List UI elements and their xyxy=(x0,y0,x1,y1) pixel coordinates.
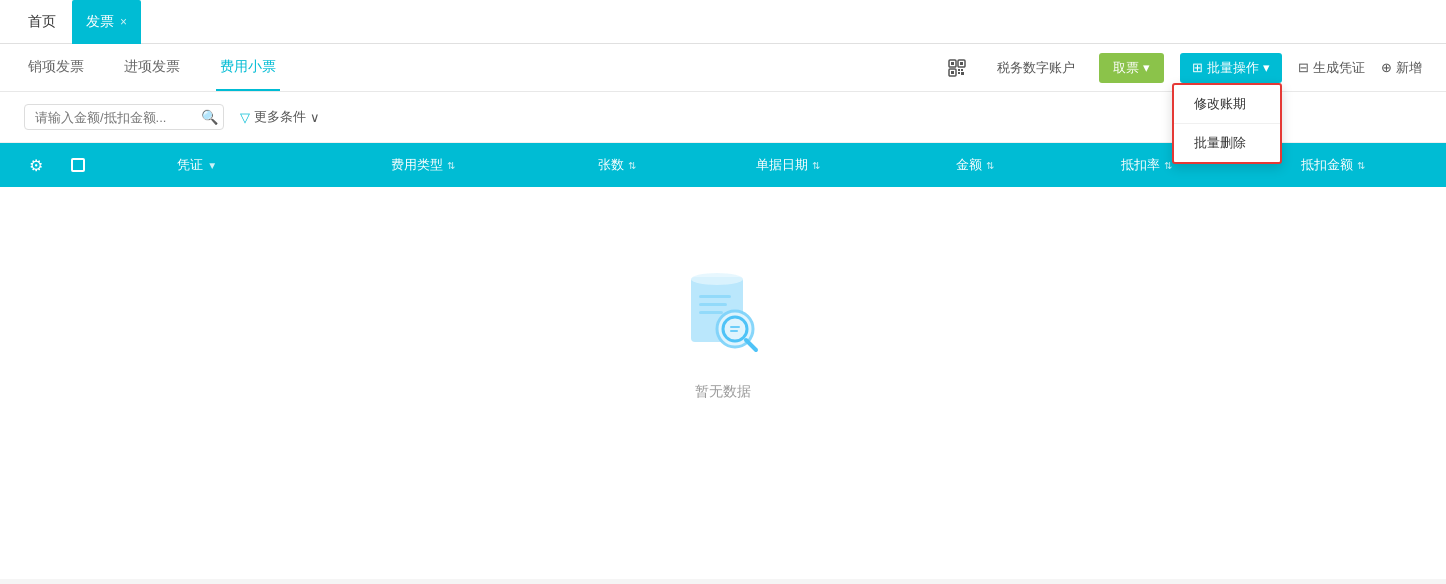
svg-line-17 xyxy=(746,340,756,350)
more-filters-button[interactable]: ▽ 更多条件 ∨ xyxy=(240,108,320,126)
page-content: 暂无数据 xyxy=(0,187,1446,579)
svg-rect-18 xyxy=(730,326,740,328)
add-label: 新增 xyxy=(1396,59,1422,77)
col-amount-label: 金额 xyxy=(956,156,982,174)
col-gear[interactable]: ⚙ xyxy=(12,156,60,175)
col-check[interactable] xyxy=(60,158,96,172)
home-tab[interactable]: 首页 xyxy=(16,0,68,44)
col-count-sort: ⇅ xyxy=(628,160,636,171)
svg-rect-13 xyxy=(699,303,727,306)
search-icon[interactable]: 🔍 xyxy=(201,109,218,125)
invoice-tab[interactable]: 发票 × xyxy=(72,0,141,44)
empty-text: 暂无数据 xyxy=(695,383,751,401)
col-voucher[interactable]: 凭证 ▼ xyxy=(96,156,298,174)
tab-expense[interactable]: 费用小票 xyxy=(216,44,280,91)
modify-period-item[interactable]: 修改账期 xyxy=(1174,85,1280,123)
tab-input[interactable]: 进项发票 xyxy=(120,44,184,91)
svg-rect-7 xyxy=(961,69,963,71)
sub-nav-tabs: 销项发票 进项发票 费用小票 xyxy=(24,44,280,91)
checkbox-icon xyxy=(71,158,85,172)
col-deduct-amount-label: 抵扣金额 xyxy=(1301,156,1353,174)
col-count-label: 张数 xyxy=(598,156,624,174)
svg-rect-12 xyxy=(699,295,731,298)
col-deduct-amount-sort: ⇅ xyxy=(1357,160,1365,171)
take-ticket-arrow: ▾ xyxy=(1143,60,1150,75)
col-date[interactable]: 单据日期 ⇅ xyxy=(687,156,889,174)
top-nav: 首页 发票 × xyxy=(0,0,1446,44)
col-count[interactable]: 张数 ⇅ xyxy=(547,156,687,174)
col-deduct-rate-label: 抵扣率 xyxy=(1121,156,1160,174)
tab-sales[interactable]: 销项发票 xyxy=(24,44,88,91)
sub-nav-actions: 税务数字账户 取票 ▾ ⊞ 批量操作 ▾ 修改账期 批量删除 ⊟ 生成凭证 xyxy=(941,52,1422,84)
svg-rect-19 xyxy=(730,330,738,332)
batch-op-wrap: ⊞ 批量操作 ▾ 修改账期 批量删除 xyxy=(1180,53,1282,83)
col-deduct-rate-sort: ⇅ xyxy=(1164,160,1172,171)
generate-voucher-button[interactable]: ⊟ 生成凭证 xyxy=(1298,59,1365,77)
col-amount-sort: ⇅ xyxy=(986,160,994,171)
voucher-icon: ⊟ xyxy=(1298,60,1309,75)
empty-state-icon xyxy=(673,267,773,367)
svg-rect-3 xyxy=(960,62,963,65)
invoice-tab-label: 发票 xyxy=(86,13,114,31)
sub-nav: 销项发票 进项发票 费用小票 税务数字账户 xyxy=(0,44,1446,92)
col-voucher-label: 凭证 xyxy=(177,156,203,174)
invoice-tab-close-icon[interactable]: × xyxy=(120,15,127,29)
batch-op-button[interactable]: ⊞ 批量操作 ▾ xyxy=(1180,53,1282,83)
svg-rect-8 xyxy=(958,72,960,74)
take-ticket-wrap: 取票 ▾ xyxy=(1099,53,1164,83)
batch-op-icon: ⊞ xyxy=(1192,60,1203,75)
qrcode-button[interactable] xyxy=(941,52,973,84)
col-expense-type[interactable]: 费用类型 ⇅ xyxy=(298,156,547,174)
col-date-label: 单据日期 xyxy=(756,156,808,174)
col-date-sort: ⇅ xyxy=(812,160,820,171)
search-wrap: 🔍 xyxy=(24,104,224,130)
take-ticket-label: 取票 xyxy=(1113,59,1139,77)
svg-rect-9 xyxy=(961,72,964,75)
search-input[interactable] xyxy=(35,110,195,125)
add-icon: ⊕ xyxy=(1381,60,1392,75)
col-expense-type-sort: ⇅ xyxy=(447,160,455,171)
tax-account-button[interactable]: 税务数字账户 xyxy=(989,55,1083,81)
empty-state: 暂无数据 xyxy=(0,187,1446,441)
filter-icon: ▽ xyxy=(240,110,250,125)
svg-point-11 xyxy=(691,273,743,285)
voucher-label: 生成凭证 xyxy=(1313,59,1365,77)
batch-op-arrow: ▾ xyxy=(1263,60,1270,75)
col-voucher-filter-icon: ▼ xyxy=(207,160,217,171)
batch-delete-item[interactable]: 批量删除 xyxy=(1174,123,1280,162)
add-new-button[interactable]: ⊕ 新增 xyxy=(1381,59,1422,77)
svg-rect-1 xyxy=(951,62,954,65)
more-filters-label: 更多条件 xyxy=(254,108,306,126)
svg-rect-6 xyxy=(958,69,960,71)
col-amount[interactable]: 金额 ⇅ xyxy=(889,156,1060,174)
svg-rect-5 xyxy=(951,71,954,74)
batch-op-label: 批量操作 xyxy=(1207,59,1259,77)
take-ticket-button[interactable]: 取票 ▾ xyxy=(1099,53,1164,83)
col-expense-type-label: 费用类型 xyxy=(391,156,443,174)
svg-rect-14 xyxy=(699,311,723,314)
batch-dropdown-menu: 修改账期 批量删除 xyxy=(1172,83,1282,164)
more-filters-arrow: ∨ xyxy=(310,110,320,125)
gear-icon: ⚙ xyxy=(29,156,43,175)
